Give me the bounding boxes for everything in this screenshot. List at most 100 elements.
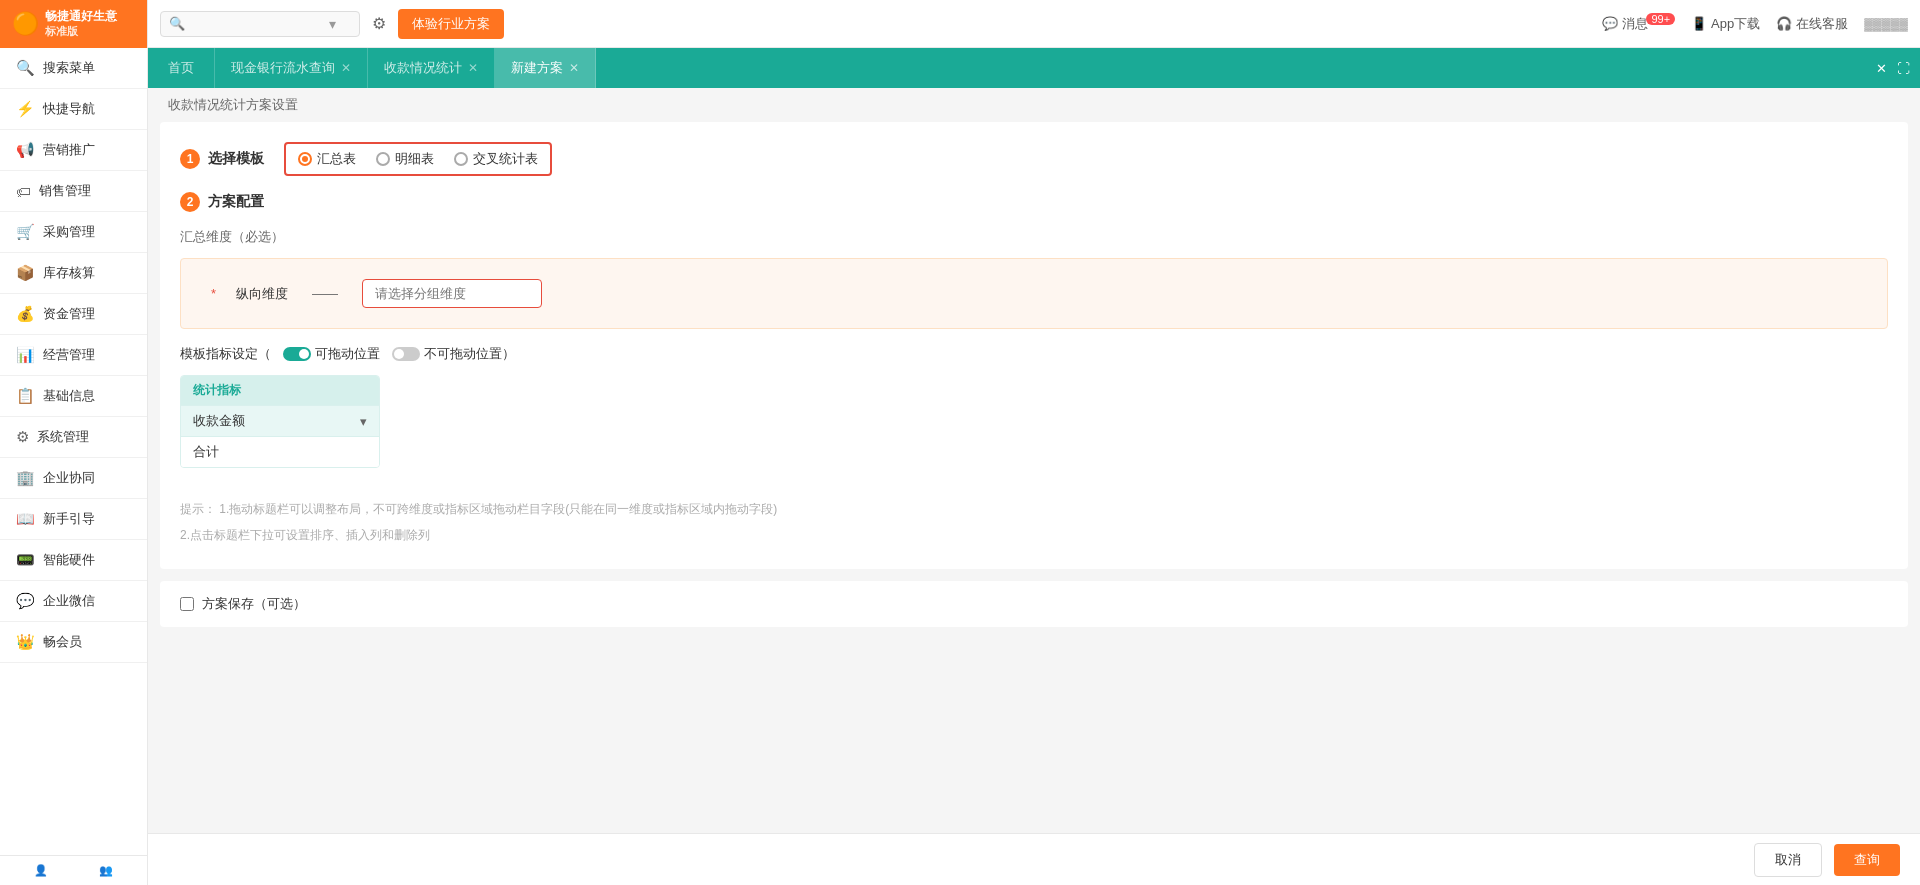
search-dropdown-icon[interactable]: ▾ xyxy=(329,16,336,32)
dimension-section-title: 汇总维度（必选） xyxy=(180,228,1888,246)
sidebar-item-inventory[interactable]: 📦 库存核算 xyxy=(0,253,147,294)
sidebar-item-enterprise[interactable]: 🏢 企业协同 xyxy=(0,458,147,499)
sidebar-item-label: 资金管理 xyxy=(43,305,95,323)
sidebar-item-label: 企业协同 xyxy=(43,469,95,487)
tab-receipts-close[interactable]: ✕ xyxy=(468,61,478,75)
tab-home[interactable]: 首页 xyxy=(148,48,215,88)
tab-expand-icon[interactable]: ⛶ xyxy=(1897,61,1910,76)
tab-new-plan-label: 新建方案 xyxy=(511,59,563,77)
topbar: 🔍 ▾ ⚙ 体验行业方案 💬 消息 99+ 📱 App下载 🎧 在线客服 ▓▓▓… xyxy=(148,0,1920,48)
tips-section: 提示： 1.拖动标题栏可以调整布局，不可跨维度或指标区域拖动栏目字段(只能在同一… xyxy=(180,497,1888,547)
tip-1: 提示： 1.拖动标题栏可以调整布局，不可跨维度或指标区域拖动栏目字段(只能在同一… xyxy=(180,497,1888,521)
tab-new-plan-close[interactable]: ✕ xyxy=(569,61,579,75)
form-section: 1 选择模板 汇总表 明细表 交叉统计表 xyxy=(160,122,1908,569)
tab-receipts-label: 收款情况统计 xyxy=(384,59,462,77)
dimension-select-input[interactable] xyxy=(362,279,542,308)
sidebar-item-marketing[interactable]: 📢 营销推广 xyxy=(0,130,147,171)
user-info: ▓▓▓▓▓ xyxy=(1864,17,1908,31)
sidebar-item-sales[interactable]: 🏷 销售管理 xyxy=(0,171,147,212)
tab-home-label: 首页 xyxy=(168,59,194,77)
flash-icon: ⚡ xyxy=(16,100,35,118)
step2-badge: 2 xyxy=(180,192,200,212)
sidebar-item-purchase[interactable]: 🛒 采购管理 xyxy=(0,212,147,253)
indicator-row: 模板指标设定（ 可拖动位置 不可拖动位置） xyxy=(180,345,1888,363)
dimension-arrow: —— xyxy=(312,286,338,301)
radio-cross-dot xyxy=(454,152,468,166)
draggable-label: 可拖动位置 xyxy=(315,345,380,363)
main-area: 🔍 ▾ ⚙ 体验行业方案 💬 消息 99+ 📱 App下载 🎧 在线客服 ▓▓▓… xyxy=(148,0,1920,885)
non-draggable-toggle xyxy=(392,347,420,361)
radio-cross[interactable]: 交叉统计表 xyxy=(454,150,538,168)
messages-item[interactable]: 💬 消息 99+ xyxy=(1602,15,1675,33)
cancel-button[interactable]: 取消 xyxy=(1754,843,1822,877)
sidebar-avatar-2[interactable]: 👥 xyxy=(74,864,140,877)
non-draggable-indicator: 不可拖动位置） xyxy=(392,345,515,363)
save-checkbox[interactable] xyxy=(180,597,194,611)
tab-bank-flow-close[interactable]: ✕ xyxy=(341,61,351,75)
service-label: 在线客服 xyxy=(1796,15,1848,33)
step1-row: 1 选择模板 汇总表 明细表 交叉统计表 xyxy=(180,142,1888,176)
sidebar-item-guide[interactable]: 📖 新手引导 xyxy=(0,499,147,540)
tab-close-icon[interactable]: ✕ xyxy=(1876,61,1887,76)
search-icon: 🔍 xyxy=(16,59,35,77)
sidebar-item-member[interactable]: 👑 畅会员 xyxy=(0,622,147,663)
sidebar-item-wechat[interactable]: 💬 企业微信 xyxy=(0,581,147,622)
sidebar-item-search[interactable]: 🔍 搜索菜单 xyxy=(0,48,147,89)
radio-detail-label: 明细表 xyxy=(395,150,434,168)
download-label: App下载 xyxy=(1711,15,1760,33)
stats-col1-header[interactable]: 收款金额 ▾ xyxy=(181,405,379,436)
sidebar-item-system[interactable]: ⚙ 系统管理 xyxy=(0,417,147,458)
guide-icon: 📖 xyxy=(16,510,35,528)
tab-receipts[interactable]: 收款情况统计 ✕ xyxy=(368,48,495,88)
indicator-title: 模板指标设定（ xyxy=(180,345,271,363)
topbar-search-box[interactable]: 🔍 ▾ xyxy=(160,11,360,37)
radio-detail[interactable]: 明细表 xyxy=(376,150,434,168)
radio-detail-dot xyxy=(376,152,390,166)
sidebar-item-label: 企业微信 xyxy=(43,592,95,610)
sidebar-item-hardware[interactable]: 📟 智能硬件 xyxy=(0,540,147,581)
step1-badge: 1 xyxy=(180,149,200,169)
stats-col1-dropdown[interactable]: ▾ xyxy=(360,414,367,429)
search-input[interactable] xyxy=(189,17,329,31)
tab-bank-flow[interactable]: 现金银行流水查询 ✕ xyxy=(215,48,368,88)
tab-new-plan[interactable]: 新建方案 ✕ xyxy=(495,48,596,88)
query-button[interactable]: 查询 xyxy=(1834,844,1900,876)
sidebar-item-finance[interactable]: 💰 资金管理 xyxy=(0,294,147,335)
step1-label: 选择模板 xyxy=(208,150,264,168)
sidebar-item-label: 系统管理 xyxy=(37,428,89,446)
marketing-icon: 📢 xyxy=(16,141,35,159)
sidebar-item-label: 基础信息 xyxy=(43,387,95,405)
sidebar-item-label: 库存核算 xyxy=(43,264,95,282)
radio-summary-label: 汇总表 xyxy=(317,150,356,168)
service-item[interactable]: 🎧 在线客服 xyxy=(1776,15,1848,33)
wechat-icon: 💬 xyxy=(16,592,35,610)
dimension-row: * 纵向维度 —— xyxy=(211,279,1857,308)
download-icon: 📱 xyxy=(1691,16,1707,31)
sidebar-item-label: 搜索菜单 xyxy=(43,59,95,77)
required-mark: * xyxy=(211,286,216,301)
page-title: 收款情况统计方案设置 xyxy=(168,97,298,112)
sidebar-logo: 🟠 畅捷通好生意 标准版 xyxy=(0,0,147,48)
sidebar-item-basic-info[interactable]: 📋 基础信息 xyxy=(0,376,147,417)
system-icon: ⚙ xyxy=(16,428,29,446)
vertical-dimension-label: 纵向维度 xyxy=(236,285,288,303)
sidebar-item-label: 快捷导航 xyxy=(43,100,95,118)
service-icon: 🎧 xyxy=(1776,16,1792,31)
download-item[interactable]: 📱 App下载 xyxy=(1691,15,1760,33)
sidebar-avatar-1[interactable]: 👤 xyxy=(8,864,74,877)
sidebar: 🟠 畅捷通好生意 标准版 🔍 搜索菜单 ⚡ 快捷导航 📢 营销推广 🏷 销售管理… xyxy=(0,0,148,885)
sidebar-item-label: 智能硬件 xyxy=(43,551,95,569)
settings-icon[interactable]: ⚙ xyxy=(372,14,386,33)
sidebar-item-quick-nav[interactable]: ⚡ 快捷导航 xyxy=(0,89,147,130)
radio-summary[interactable]: 汇总表 xyxy=(298,150,356,168)
finance-icon: 💰 xyxy=(16,305,35,323)
tabs-window-controls: ✕ ⛶ xyxy=(1866,48,1920,88)
radio-cross-label: 交叉统计表 xyxy=(473,150,538,168)
trial-button[interactable]: 体验行业方案 xyxy=(398,9,504,39)
draggable-indicator: 可拖动位置 xyxy=(283,345,380,363)
sidebar-item-management[interactable]: 📊 经营管理 xyxy=(0,335,147,376)
logo-edition: 标准版 xyxy=(45,24,117,39)
sales-icon: 🏷 xyxy=(16,183,31,200)
tip-2: 2.点击标题栏下拉可设置排序、插入列和删除列 xyxy=(180,523,1888,547)
messages-badge: 99+ xyxy=(1646,13,1675,25)
